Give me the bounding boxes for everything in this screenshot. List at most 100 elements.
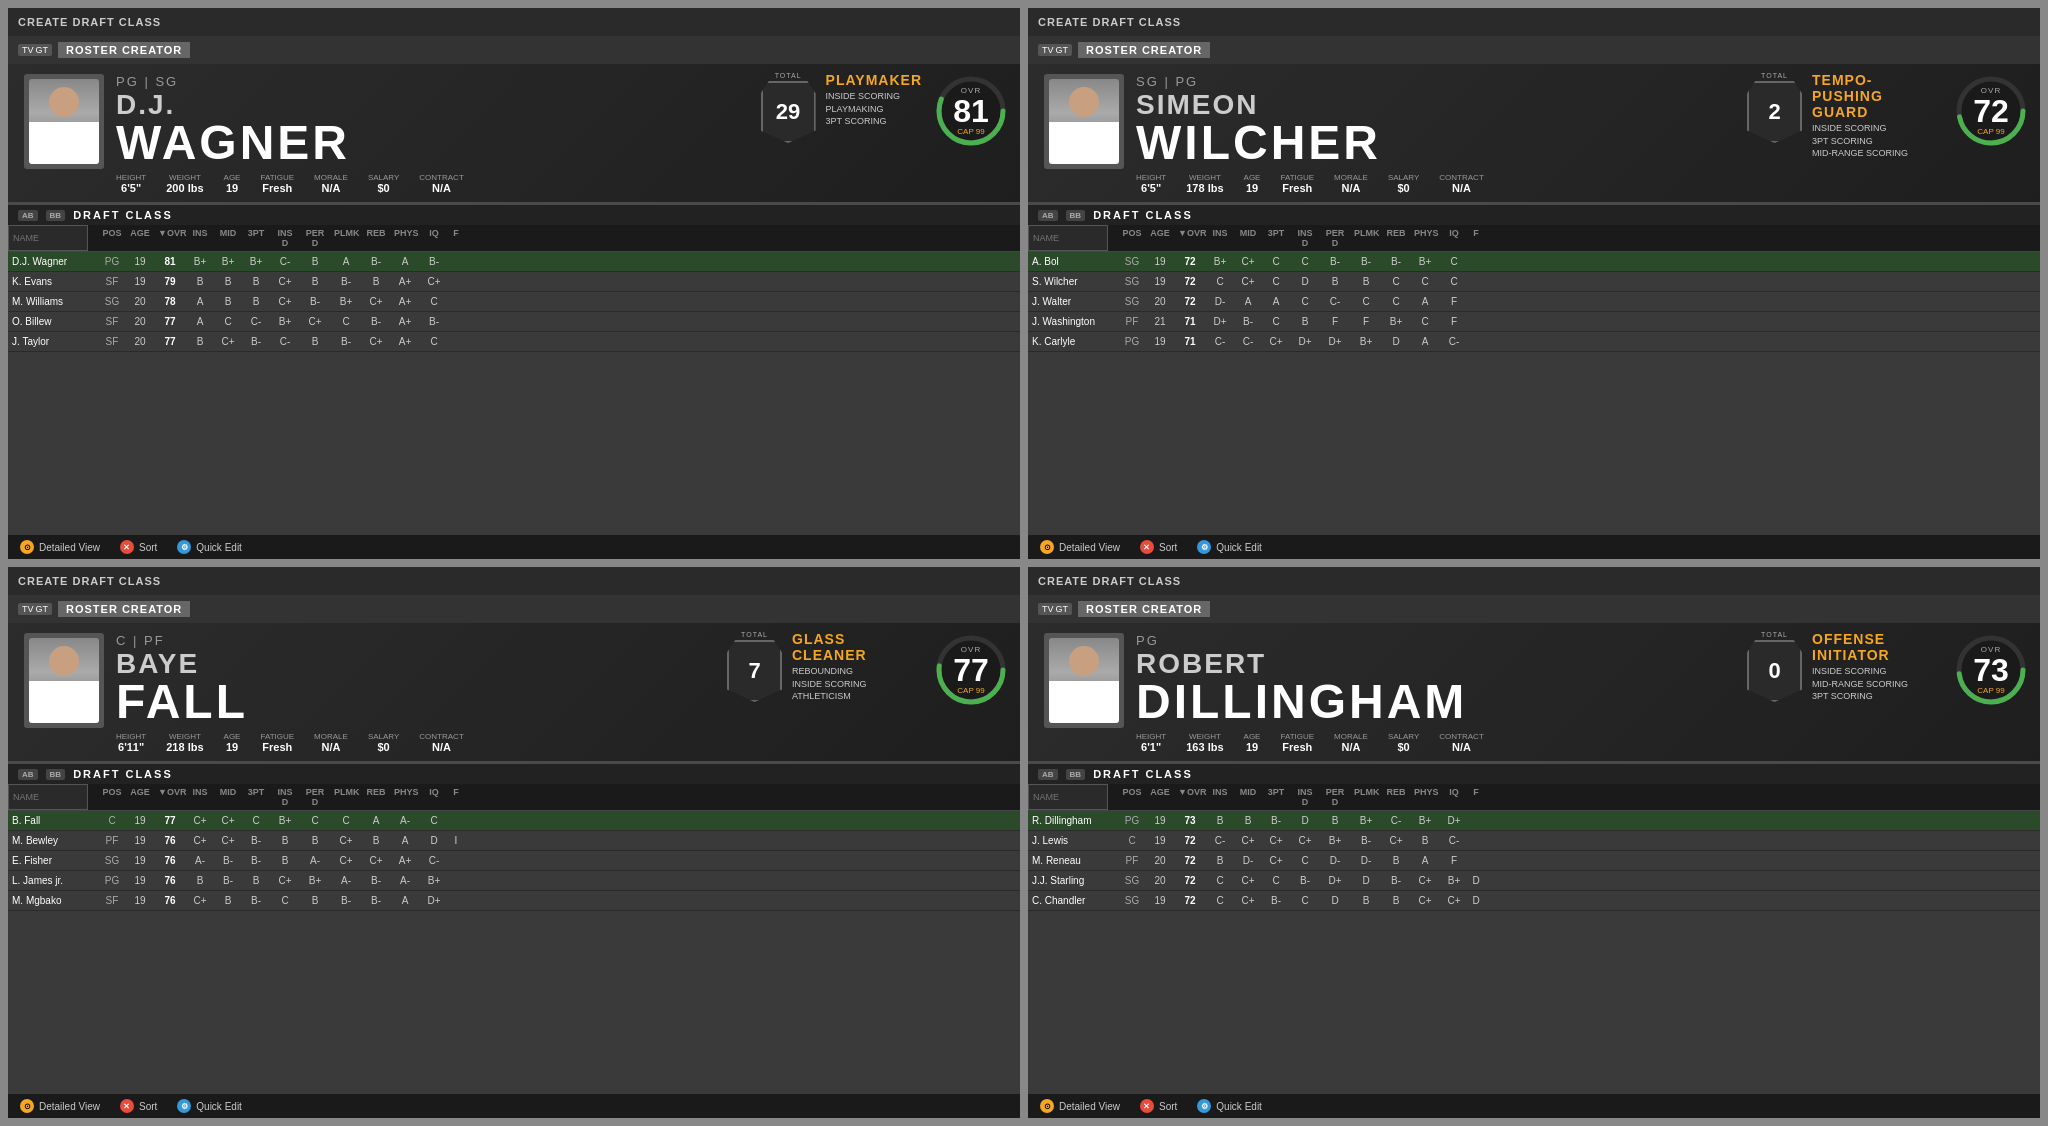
table-row[interactable]: J. TaylorSF2077BC+B-C-BB-C+A+C (8, 332, 1020, 352)
stat-contract-label: Contract (419, 173, 463, 182)
archetype-section: PLAYMAKER INSIDE SCORING PLAYMAKING 3PT … (826, 72, 922, 128)
table-header: POSAGE▼OVRINSMID3PTINS DPER DPLMKREBPHYS… (8, 225, 1020, 252)
cell: B- (330, 332, 362, 351)
col-header: MID (214, 225, 242, 251)
cell: 76 (154, 831, 186, 850)
cell: 72 (1174, 292, 1206, 311)
stat-height-label: Height (1136, 732, 1166, 741)
col-header: PER D (300, 225, 330, 251)
cell: B+ (1440, 871, 1468, 890)
cell: 78 (154, 292, 186, 311)
table-row[interactable]: M. MgbakoSF1976C+BB-CBB-B-AD+ (8, 891, 1020, 911)
table-row[interactable]: K. CarlylePG1971C-C-C+D+D+B+DAC- (1028, 332, 2040, 352)
table-row[interactable]: M. BewleyPF1976C+C+B-BBC+BADI (8, 831, 1020, 851)
cell: C- (420, 851, 448, 870)
cell: B- (1262, 891, 1290, 910)
cell: D+ (1440, 811, 1468, 830)
cell: D (1468, 871, 1484, 890)
cell: PG (98, 871, 126, 890)
cell: B (1382, 891, 1410, 910)
cell: 20 (126, 332, 154, 351)
cell: A (330, 252, 362, 271)
table-row[interactable]: L. James jr.PG1976BB-BC+B+A-B-A-B+ (8, 871, 1020, 891)
cell (1468, 811, 1484, 830)
table-row[interactable]: J. WashingtonPF2171D+B-CBFFB+CF (1028, 312, 2040, 332)
cell (448, 891, 464, 910)
cell: B- (1290, 871, 1320, 890)
table-row[interactable]: J. LewisC1972C-C+C+C+B+B-C+BC- (1028, 831, 2040, 851)
sort-button[interactable]: ✕ Sort (120, 540, 157, 554)
cell: SG (1118, 871, 1146, 890)
table-row[interactable]: A. BolSG1972B+C+CCB-B-B-B+C (1028, 252, 2040, 272)
cell: C+ (1410, 871, 1440, 890)
table-row[interactable]: C. ChandlerSG1972CC+B-CDBBC+C+D (1028, 891, 2040, 911)
avatar-jersey (1049, 681, 1119, 724)
stat-fatigue-value: Fresh (262, 741, 292, 753)
ovr-gauge-inner: OVR 73 CAP 99 (1973, 645, 2009, 695)
avatar-head (1069, 646, 1099, 676)
stat-fatigue: Fatigue Fresh (1280, 732, 1314, 753)
table-row[interactable]: M. ReneauPF2072BD-C+CD-D-BAF (1028, 851, 2040, 871)
cell: J. Taylor (8, 332, 98, 351)
sort-button[interactable]: ✕ Sort (1140, 1099, 1177, 1113)
stat-age-label: Age (1244, 173, 1261, 182)
cell: 72 (1174, 831, 1206, 850)
table-row[interactable]: E. FisherSG1976A-B-B-BA-C+C+A+C- (8, 851, 1020, 871)
total-label: TOTAL (775, 72, 802, 79)
name-search-input[interactable] (8, 225, 88, 251)
cell: PF (1118, 312, 1146, 331)
detailed-view-button[interactable]: ⊙ Detailed View (1040, 1099, 1120, 1113)
tv-gt-badge: TV GT (18, 603, 52, 615)
table-row[interactable]: D.J. WagnerPG1981B+B+B+C-BAB-AB- (8, 252, 1020, 272)
quick-edit-button[interactable]: ⚙ Quick Edit (1197, 1099, 1262, 1113)
quick-edit-label: Quick Edit (1216, 542, 1262, 553)
sort-button[interactable]: ✕ Sort (120, 1099, 157, 1113)
ovr-gauge: OVR 72 CAP 99 (1952, 72, 2030, 150)
cell: 76 (154, 871, 186, 890)
cell: B (214, 891, 242, 910)
table-row[interactable]: S. WilcherSG1972CC+CDBBCCC (1028, 272, 2040, 292)
tv-gt-badge: TV GT (1038, 44, 1072, 56)
table-row[interactable]: J. WalterSG2072D-AACC-CCAF (1028, 292, 2040, 312)
detailed-view-button[interactable]: ⊙ Detailed View (20, 1099, 100, 1113)
cell: B- (242, 891, 270, 910)
ab-badge: AB (18, 210, 38, 221)
ovr-gauge-inner: OVR 77 CAP 99 (953, 645, 989, 695)
quick-edit-button[interactable]: ⚙ Quick Edit (177, 540, 242, 554)
table-row[interactable]: M. WilliamsSG2078ABBC+B-B+C+A+C (8, 292, 1020, 312)
name-search-input[interactable] (8, 784, 88, 810)
stat-age-value: 19 (1246, 182, 1258, 194)
table-row[interactable]: J.J. StarlingSG2072CC+CB-D+DB-C+B+D (1028, 871, 2040, 891)
table-row[interactable]: B. FallC1977C+C+CB+CCAA-C (8, 811, 1020, 831)
cell: 19 (1146, 332, 1174, 351)
roster-panel: CREATE DRAFT CLASS TV GT ROSTER CREATOR … (1028, 8, 2040, 559)
col-header: PHYS (1410, 225, 1440, 251)
table-row[interactable]: K. EvansSF1979BBBC+BB-BA+C+ (8, 272, 1020, 292)
panel-top-bar: CREATE DRAFT CLASS (1028, 8, 2040, 36)
cell: B- (1320, 252, 1350, 271)
stat-fatigue-value: Fresh (1282, 182, 1312, 194)
bottom-bar: ⊙ Detailed View ✕ Sort ⚙ Quick Edit (1028, 1094, 2040, 1118)
cell (1468, 252, 1484, 271)
player-stats-row: Height 6'11" Weight 218 lbs Age 19 Fatig… (116, 732, 1004, 753)
quick-edit-button[interactable]: ⚙ Quick Edit (1197, 540, 1262, 554)
name-search-input[interactable] (1028, 784, 1108, 810)
cell: C- (242, 312, 270, 331)
stat-height-value: 6'11" (118, 741, 144, 753)
stat-contract-label: Contract (1439, 173, 1483, 182)
name-search-input[interactable] (1028, 225, 1108, 251)
sort-button[interactable]: ✕ Sort (1140, 540, 1177, 554)
table-row[interactable]: O. BillewSF2077ACC-B+C+CB-A+B- (8, 312, 1020, 332)
stat-fatigue-label: Fatigue (1280, 732, 1314, 741)
col-header: PER D (300, 784, 330, 810)
quick-edit-button[interactable]: ⚙ Quick Edit (177, 1099, 242, 1113)
cell (448, 292, 464, 311)
detailed-view-button[interactable]: ⊙ Detailed View (20, 540, 100, 554)
detailed-view-button[interactable]: ⊙ Detailed View (1040, 540, 1120, 554)
cell: D (1320, 891, 1350, 910)
cell: B (1290, 312, 1320, 331)
stat-age: Age 19 (1244, 173, 1261, 194)
cell: B- (1382, 871, 1410, 890)
table-row[interactable]: R. DillinghamPG1973BBB-DBB+C-B+D+ (1028, 811, 2040, 831)
cell: C (330, 811, 362, 830)
